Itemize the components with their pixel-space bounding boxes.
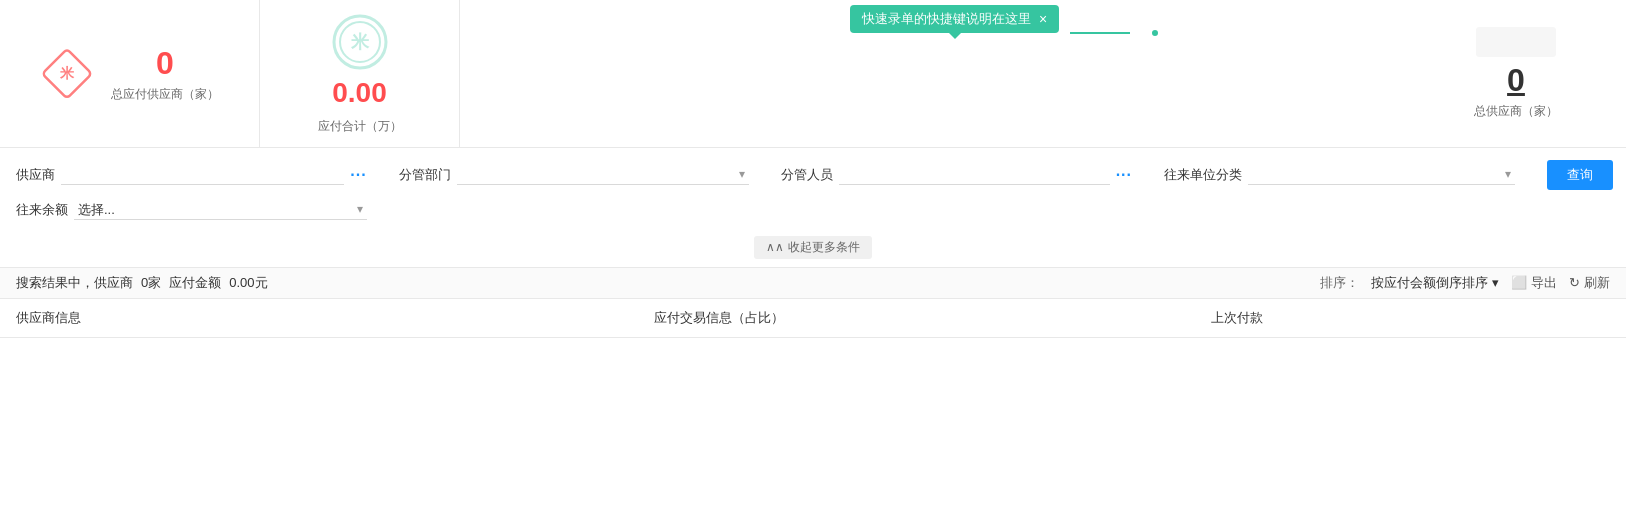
col-transaction-header: 应付交易信息（占比） <box>654 309 1212 327</box>
collapse-up-icon: ∧∧ <box>766 240 784 254</box>
unit-class-label: 往来单位分类 <box>1164 166 1242 184</box>
logo-icon: 米 <box>40 46 95 101</box>
filter-unit-class: 往来单位分类 ▾ <box>1164 165 1515 185</box>
supplier-count: 0家 <box>141 274 161 292</box>
balance-select[interactable]: 选择... <box>74 200 367 219</box>
supplier-input[interactable] <box>61 165 344 185</box>
stat-total-payable-suppliers: 米 0 总应付供应商（家） <box>0 0 260 147</box>
sort-select[interactable]: 按应付会额倒序排序 ▾ <box>1371 274 1499 292</box>
sort-label: 排序： <box>1320 274 1359 292</box>
amount-value: 0.00元 <box>229 274 267 292</box>
col-supplier-header: 供应商信息 <box>16 309 654 327</box>
unit-class-select-wrap: ▾ <box>1248 165 1515 185</box>
person-label: 分管人员 <box>781 166 833 184</box>
table-header: 供应商信息 应付交易信息（占比） 上次付款 <box>0 299 1626 338</box>
stat-payable-total: 米 0.00 应付合计（万） <box>260 0 460 147</box>
total-payable-suppliers-number: 0 <box>156 44 174 82</box>
unit-class-select[interactable] <box>1248 165 1515 184</box>
filter-row-1: 供应商 ··· 分管部门 ▾ 分管人员 ··· 往来单位分类 <box>16 160 1610 190</box>
stats-bar: 米 0 总应付供应商（家） 米 0.00 应付合计（万） 快速录单的快捷键说明在… <box>0 0 1626 148</box>
tooltip-close-btn[interactable]: × <box>1039 12 1047 26</box>
refresh-icon: ↻ <box>1569 275 1580 290</box>
dept-select-wrap: ▾ <box>457 165 750 185</box>
filter-person: 分管人员 ··· <box>781 165 1132 185</box>
total-payable-suppliers-label: 总应付供应商（家） <box>111 86 219 103</box>
query-button[interactable]: 查询 <box>1547 160 1613 190</box>
export-label: 导出 <box>1531 274 1557 292</box>
results-left: 搜索结果中，供应商 0家 应付金额 0.00元 <box>16 274 268 292</box>
filter-supplier: 供应商 ··· <box>16 165 367 185</box>
supplier-ellipsis[interactable]: ··· <box>350 166 366 184</box>
dept-select[interactable] <box>457 165 750 184</box>
stat-total-suppliers: 0 总供应商（家） <box>1406 0 1626 147</box>
filter-row-2: 往来余额 选择... ▾ 选择... <box>16 200 1610 220</box>
sort-chevron-icon: ▾ <box>1492 275 1499 290</box>
export-icon: ⬜ <box>1511 275 1527 290</box>
amount-label: 应付金额 <box>169 274 221 292</box>
total-suppliers-label: 总供应商（家） <box>1474 103 1558 120</box>
shortcut-tooltip-text: 快速录单的快捷键说明在这里 <box>862 10 1031 28</box>
sort-option-text: 按应付会额倒序排序 <box>1371 274 1488 292</box>
collapse-row: ∧∧ 收起更多条件 <box>16 230 1610 267</box>
refresh-label: 刷新 <box>1584 274 1610 292</box>
collapse-button[interactable]: ∧∧ 收起更多条件 <box>754 236 872 259</box>
dept-label: 分管部门 <box>399 166 451 184</box>
refresh-button[interactable]: ↻ 刷新 <box>1569 274 1610 292</box>
collapse-label: 收起更多条件 <box>788 239 860 256</box>
coin-icon: 米 <box>330 12 390 72</box>
supplier-icon-placeholder <box>1476 27 1556 57</box>
person-ellipsis[interactable]: ··· <box>1116 166 1132 184</box>
balance-label: 往来余额 <box>16 201 68 219</box>
filter-dept: 分管部门 ▾ <box>399 165 750 185</box>
tooltip-connector <box>1070 28 1160 38</box>
total-suppliers-number: 0 <box>1507 61 1525 99</box>
col-last-pay-header: 上次付款 <box>1211 309 1610 327</box>
person-input[interactable] <box>839 165 1109 185</box>
results-right: 排序： 按应付会额倒序排序 ▾ ⬜ 导出 ↻ 刷新 <box>1320 274 1610 292</box>
filter-balance: 往来余额 选择... ▾ 选择... <box>16 200 367 220</box>
payable-total-label: 应付合计（万） <box>318 118 402 135</box>
payable-total-number: 0.00 <box>332 76 387 110</box>
svg-text:米: 米 <box>59 65 75 81</box>
results-bar: 搜索结果中，供应商 0家 应付金额 0.00元 排序： 按应付会额倒序排序 ▾ … <box>0 268 1626 299</box>
search-result-label: 搜索结果中，供应商 <box>16 274 133 292</box>
svg-text:米: 米 <box>350 32 370 52</box>
filter-area: 供应商 ··· 分管部门 ▾ 分管人员 ··· 往来单位分类 <box>0 148 1626 268</box>
table-body <box>0 338 1626 515</box>
supplier-label: 供应商 <box>16 166 55 184</box>
export-button[interactable]: ⬜ 导出 <box>1511 274 1557 292</box>
balance-select-wrap: 选择... ▾ <box>74 200 367 220</box>
shortcut-tooltip: 快速录单的快捷键说明在这里 × <box>850 5 1059 33</box>
